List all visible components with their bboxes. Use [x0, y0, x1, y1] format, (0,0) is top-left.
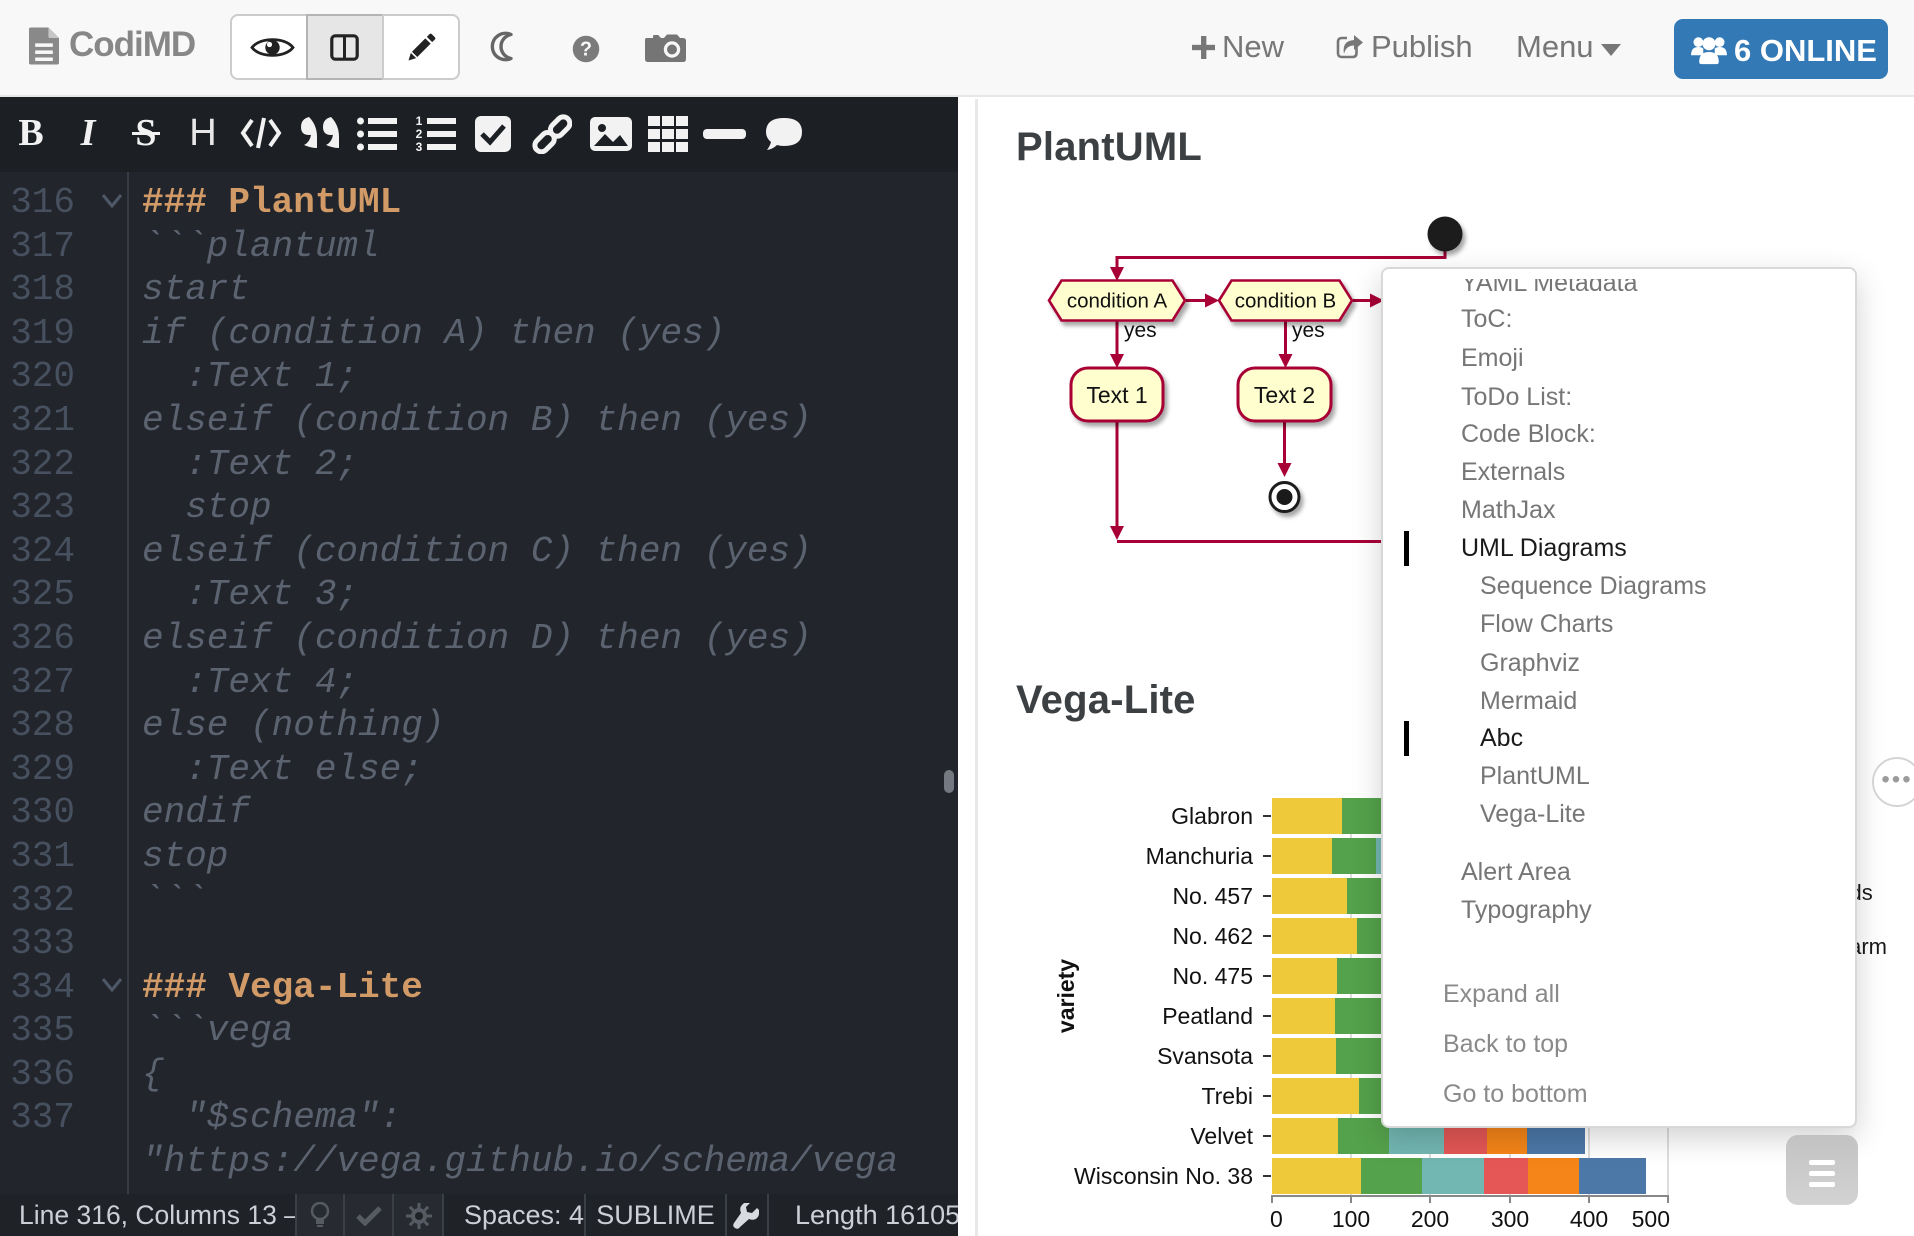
svg-text:Wisconsin No. 38: Wisconsin No. 38 [1074, 1163, 1253, 1189]
svg-text:3: 3 [416, 140, 423, 152]
svg-text:No. 462: No. 462 [1172, 923, 1253, 949]
svg-text:300: 300 [1491, 1206, 1529, 1232]
svg-text:0: 0 [1270, 1206, 1283, 1232]
svg-text:Velvet: Velvet [1190, 1123, 1253, 1149]
svg-text:yes: yes [1124, 319, 1157, 342]
svg-text:2: 2 [416, 127, 423, 141]
svg-text:100: 100 [1332, 1206, 1370, 1232]
svg-text:Glabron: Glabron [1171, 803, 1253, 829]
svg-text:Text 1: Text 1 [1086, 382, 1147, 408]
svg-text:?: ? [580, 39, 592, 61]
svg-text:No. 475: No. 475 [1172, 963, 1253, 989]
svg-text:variety: variety [1053, 959, 1079, 1033]
svg-text:500: 500 [1632, 1206, 1670, 1232]
svg-text:yes: yes [1292, 319, 1325, 342]
svg-text:Trebi: Trebi [1201, 1083, 1253, 1109]
svg-text:Peatland: Peatland [1162, 1003, 1253, 1029]
svg-text:400: 400 [1570, 1206, 1608, 1232]
svg-text:condition A: condition A [1067, 290, 1168, 313]
svg-text:200: 200 [1411, 1206, 1449, 1232]
svg-text:Text 2: Text 2 [1254, 382, 1315, 408]
svg-text:No. 457: No. 457 [1172, 883, 1253, 909]
svg-text:Svansota: Svansota [1157, 1043, 1253, 1069]
svg-text:condition B: condition B [1235, 290, 1336, 313]
svg-text:Manchuria: Manchuria [1146, 843, 1254, 869]
